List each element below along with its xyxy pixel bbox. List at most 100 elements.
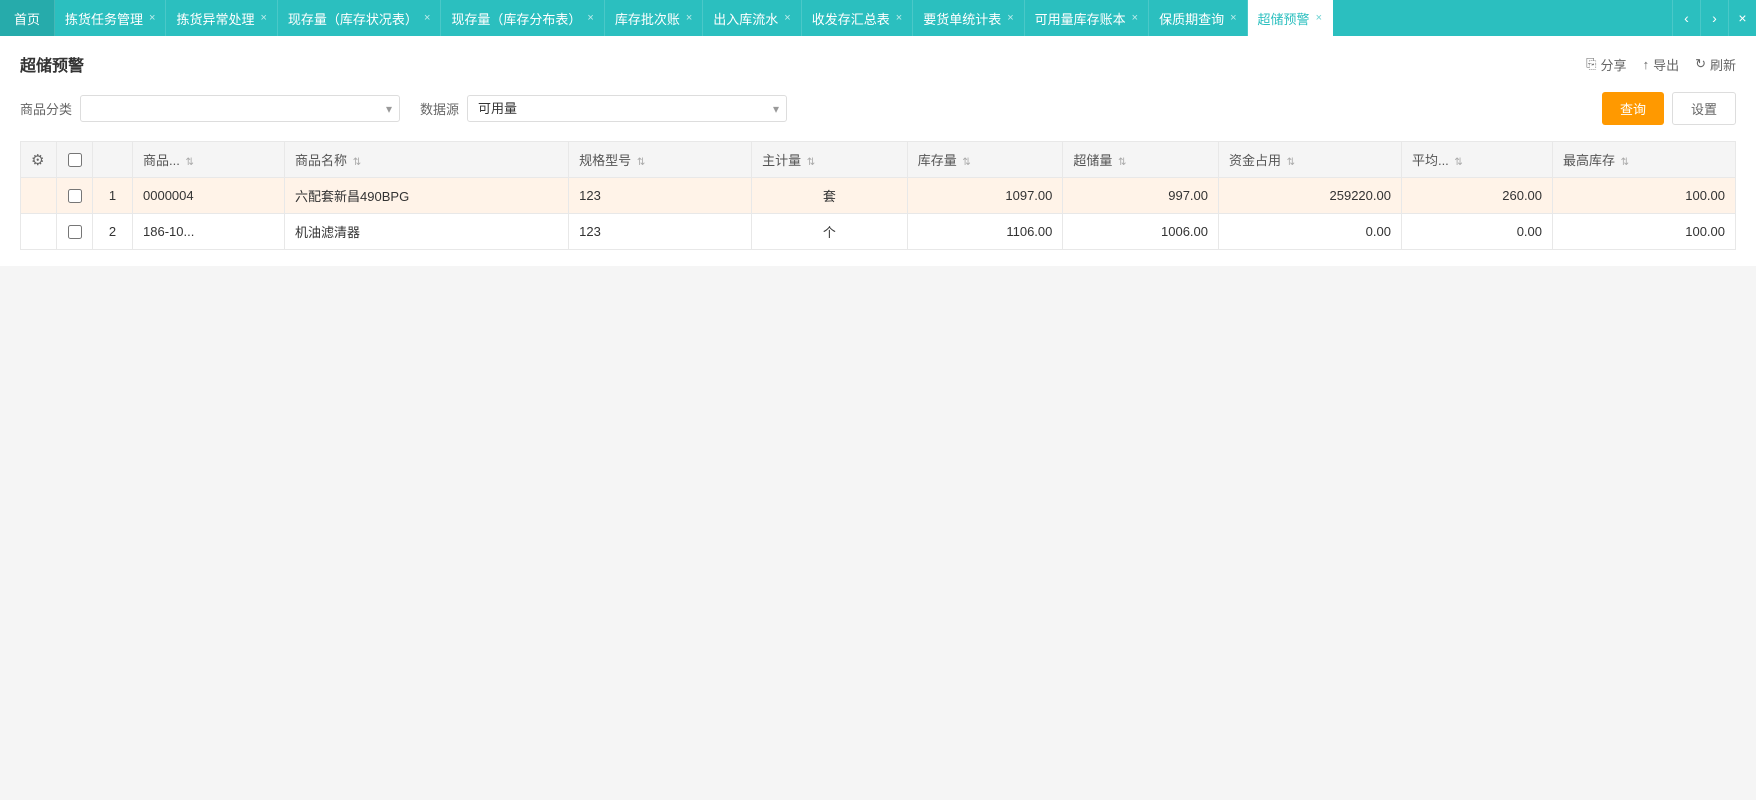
- table-body: 1 0000004 六配套新昌490BPG 123 套 1097.00 997.…: [21, 178, 1736, 250]
- share-button[interactable]: ⎘ 分享: [1586, 55, 1626, 74]
- nav-item-close-icon[interactable]: ×: [587, 12, 593, 24]
- category-filter-label: 商品分类: [20, 99, 72, 118]
- nav-item[interactable]: 库存批次账 ×: [605, 0, 703, 36]
- select-all-checkbox[interactable]: [68, 153, 82, 167]
- row-stock-cell: 1097.00: [907, 178, 1063, 214]
- nav-item[interactable]: 出入库流水 ×: [703, 0, 801, 36]
- nav-item-close-icon[interactable]: ×: [686, 12, 692, 24]
- row-spec-cell: 123: [569, 214, 752, 250]
- column-spec-label: 规格型号: [579, 153, 631, 168]
- nav-item[interactable]: 超储预警×: [1248, 0, 1333, 36]
- export-icon: ↑: [1643, 57, 1650, 72]
- nav-item-label: 要货单统计表: [923, 9, 1001, 28]
- nav-item[interactable]: 现存量（库存状况表） ×: [278, 0, 441, 36]
- table-row: 2 186-10... 机油滤清器 123 个 1106.00 1006.00 …: [21, 214, 1736, 250]
- nav-item-label: 现存量（库存分布表）: [451, 9, 581, 28]
- query-button[interactable]: 查询: [1602, 92, 1664, 125]
- column-capital-label: 资金占用: [1229, 153, 1281, 168]
- sort-capital-icon[interactable]: ⇅: [1287, 157, 1295, 168]
- row-checkbox[interactable]: [68, 189, 82, 203]
- column-unit-label: 主计量: [762, 153, 801, 168]
- row-name-cell: 六配套新昌490BPG: [285, 178, 569, 214]
- row-capital-cell: 259220.00: [1219, 178, 1402, 214]
- nav-prev-button[interactable]: ‹: [1672, 0, 1700, 36]
- refresh-button[interactable]: ↻ 刷新: [1695, 55, 1736, 74]
- sort-name-icon[interactable]: ⇅: [353, 157, 361, 168]
- column-name-label: 商品名称: [295, 153, 347, 168]
- header-actions: ⎘ 分享 ↑ 导出 ↻ 刷新: [1586, 55, 1736, 74]
- data-table: ⚙ 商品... ⇅ 商品名称 ⇅ 规格型号 ⇅: [20, 141, 1736, 250]
- nav-item-close-icon[interactable]: ×: [424, 12, 430, 24]
- column-header-check: [57, 142, 93, 178]
- nav-item-close-icon[interactable]: ×: [149, 12, 155, 24]
- row-spec-cell: 123: [569, 178, 752, 214]
- nav-item-close-icon[interactable]: ×: [1007, 12, 1013, 24]
- row-code-cell: 186-10...: [133, 214, 285, 250]
- row-gear-cell: [21, 178, 57, 214]
- row-check-cell: [57, 214, 93, 250]
- nav-item-label: 可用量库存账本: [1035, 9, 1126, 28]
- nav-item[interactable]: 拣货任务管理×: [55, 0, 166, 36]
- nav-item-label: 保质期查询: [1159, 9, 1224, 28]
- nav-item-close-icon[interactable]: ×: [1132, 12, 1138, 24]
- sort-avg-icon[interactable]: ⇅: [1454, 157, 1462, 168]
- row-checkbox[interactable]: [68, 225, 82, 239]
- nav-item[interactable]: 保质期查询 ×: [1149, 0, 1247, 36]
- datasource-filter-group: 数据源 可用量 ▾: [420, 95, 787, 122]
- column-max-stock-label: 最高库存: [1563, 153, 1615, 168]
- nav-next-button[interactable]: ›: [1700, 0, 1728, 36]
- datasource-filter-label: 数据源: [420, 99, 459, 118]
- nav-item-close-icon[interactable]: ×: [896, 12, 902, 24]
- column-header-max-stock: 最高库存 ⇅: [1553, 142, 1736, 178]
- sort-over-icon[interactable]: ⇅: [1118, 157, 1126, 168]
- share-label: 分享: [1601, 55, 1627, 74]
- column-stock-label: 库存量: [918, 153, 957, 168]
- nav-item[interactable]: 可用量库存账本 ×: [1025, 0, 1149, 36]
- sort-spec-icon[interactable]: ⇅: [637, 157, 645, 168]
- settings-button[interactable]: 设置: [1672, 92, 1736, 125]
- column-header-over: 超储量 ⇅: [1063, 142, 1219, 178]
- column-code-label: 商品...: [143, 153, 180, 168]
- column-header-capital: 资金占用 ⇅: [1219, 142, 1402, 178]
- nav-item-label: 现存量（库存状况表）: [288, 9, 418, 28]
- column-header-stock: 库存量 ⇅: [907, 142, 1063, 178]
- nav-item[interactable]: 现存量（库存分布表） ×: [441, 0, 604, 36]
- nav-item-close-icon[interactable]: ×: [784, 12, 790, 24]
- row-avg-cell: 260.00: [1401, 178, 1552, 214]
- nav-item[interactable]: 拣货异常处理 ×: [166, 0, 277, 36]
- nav-item-close-icon[interactable]: ×: [1230, 12, 1236, 24]
- nav-item-label: 库存批次账: [615, 9, 680, 28]
- column-header-avg: 平均... ⇅: [1401, 142, 1552, 178]
- category-filter-group: 商品分类 ▾: [20, 95, 400, 122]
- sort-unit-icon[interactable]: ⇅: [807, 157, 815, 168]
- nav-item-label: 拣货异常处理: [176, 9, 254, 28]
- datasource-select[interactable]: 可用量: [467, 95, 787, 122]
- category-select[interactable]: [80, 95, 400, 122]
- nav-item[interactable]: 要货单统计表 ×: [913, 0, 1024, 36]
- gear-icon[interactable]: ⚙: [31, 152, 44, 169]
- home-nav-item[interactable]: 首页: [0, 0, 55, 36]
- page-content: 超储预警 ⎘ 分享 ↑ 导出 ↻ 刷新 商品分类 ▾: [0, 36, 1756, 266]
- column-over-label: 超储量: [1073, 153, 1112, 168]
- refresh-icon: ↻: [1695, 56, 1706, 72]
- refresh-label: 刷新: [1710, 55, 1736, 74]
- nav-item-close-icon[interactable]: ×: [1316, 12, 1322, 24]
- filter-row: 商品分类 ▾ 数据源 可用量 ▾ 查询 设置: [20, 92, 1736, 125]
- row-over-cell: 1006.00: [1063, 214, 1219, 250]
- page-header: 超储预警 ⎘ 分享 ↑ 导出 ↻ 刷新: [20, 52, 1736, 76]
- export-button[interactable]: ↑ 导出: [1643, 55, 1680, 74]
- export-label: 导出: [1653, 55, 1679, 74]
- nav-close-button[interactable]: ×: [1728, 0, 1756, 36]
- nav-item-label: 出入库流水: [713, 9, 778, 28]
- nav-item[interactable]: 收发存汇总表×: [802, 0, 913, 36]
- row-index-cell: 1: [93, 178, 133, 214]
- sort-max-stock-icon[interactable]: ⇅: [1621, 157, 1629, 168]
- sort-stock-icon[interactable]: ⇅: [962, 157, 970, 168]
- column-header-gear: ⚙: [21, 142, 57, 178]
- sort-code-icon[interactable]: ⇅: [185, 157, 193, 168]
- row-check-cell: [57, 178, 93, 214]
- nav-item-close-icon[interactable]: ×: [260, 12, 266, 24]
- nav-arrows: ‹ › ×: [1672, 0, 1756, 36]
- category-select-wrapper: ▾: [80, 95, 400, 122]
- page-title: 超储预警: [20, 52, 84, 76]
